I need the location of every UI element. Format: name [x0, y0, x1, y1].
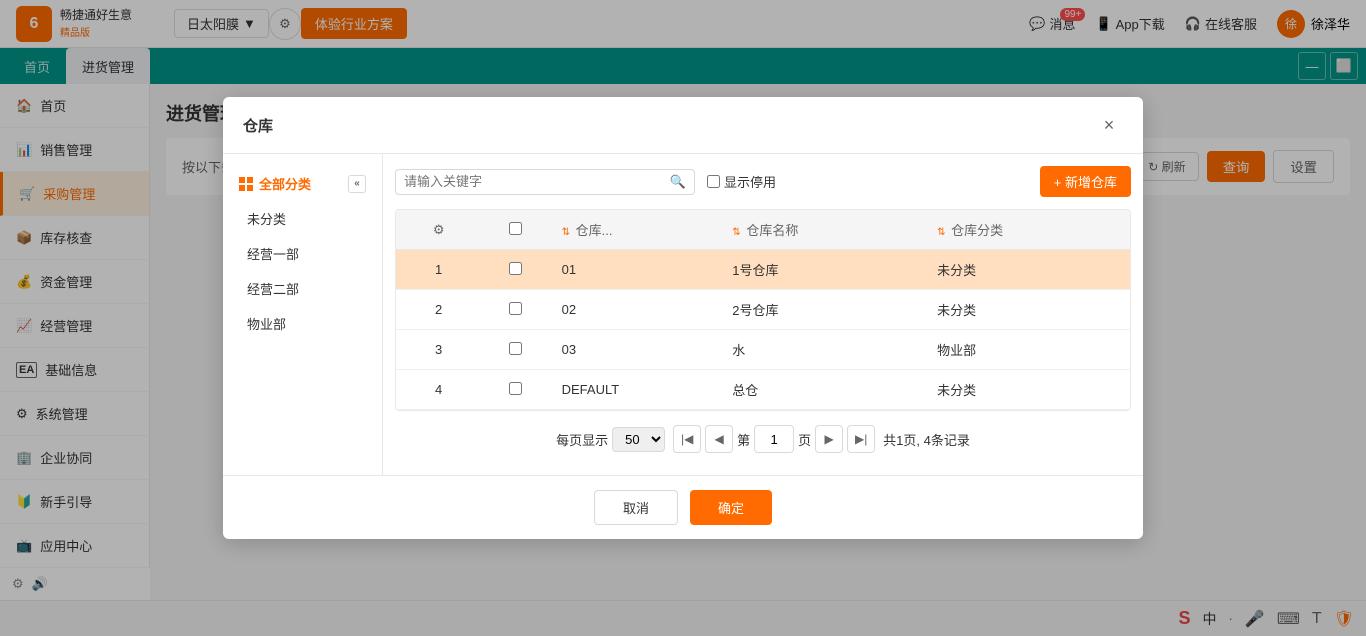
close-button[interactable]: ×	[1095, 111, 1123, 139]
pagination: 每页显示 50 |◀ ◀ 第 页 ▶ ▶| 共1页, 4条记录	[395, 411, 1131, 463]
row-checkbox-2[interactable]	[509, 302, 522, 315]
disabled-checkbox[interactable]	[707, 175, 720, 188]
first-page-button[interactable]: |◀	[673, 425, 701, 453]
modal-header: 仓库 ×	[223, 97, 1143, 154]
row-checkbox-3[interactable]	[509, 342, 522, 355]
modal-toolbar: 🔍 显示停用 + 新增仓库	[395, 166, 1131, 197]
category-item-unclassified[interactable]: 未分类	[223, 201, 382, 236]
warehouse-table: ⚙ ⇅ 仓库... ⇅ 仓库名称	[395, 209, 1131, 411]
show-disabled-checkbox[interactable]: 显示停用	[707, 172, 776, 191]
modal-title: 仓库	[243, 115, 273, 136]
search-icon: 🔍	[670, 174, 686, 190]
row-checkbox-1[interactable]	[509, 262, 522, 275]
collapse-button[interactable]: «	[348, 175, 366, 193]
page-unit: 页	[798, 430, 811, 449]
modal-footer: 取消 确定	[223, 475, 1143, 539]
table-row[interactable]: 1 01 1号仓库 未分类	[396, 250, 1130, 290]
row-checkbox-4[interactable]	[509, 382, 522, 395]
last-page-button[interactable]: ▶|	[847, 425, 875, 453]
prev-page-button[interactable]: ◀	[705, 425, 733, 453]
category-item-property[interactable]: 物业部	[223, 306, 382, 341]
page-number-input[interactable]	[754, 425, 794, 453]
modal-body: 全部分类 « 未分类 经营一部 经营二部 物业部 🔍	[223, 154, 1143, 475]
table-row[interactable]: 3 03 水 物业部	[396, 330, 1130, 370]
modal-sidebar: 全部分类 « 未分类 经营一部 经营二部 物业部	[223, 154, 383, 475]
category-item-dept1[interactable]: 经营一部	[223, 236, 382, 271]
sort-icon-code: ⇅	[562, 227, 570, 238]
search-box: 🔍	[395, 169, 695, 195]
col-cat-header[interactable]: ⇅ 仓库分类	[925, 210, 1130, 250]
col-name-header[interactable]: ⇅ 仓库名称	[720, 210, 925, 250]
category-item-dept2[interactable]: 经营二部	[223, 271, 382, 306]
sort-icon-name: ⇅	[732, 227, 740, 238]
add-warehouse-button[interactable]: + 新增仓库	[1040, 166, 1131, 197]
warehouse-modal: 仓库 × 全部分类 « 未分类 经营一部 经营二部	[223, 97, 1143, 539]
col-gear-header: ⚙	[396, 210, 481, 250]
page-word: 第	[737, 430, 750, 449]
all-categories[interactable]: 全部分类 «	[223, 166, 382, 201]
page-size-select[interactable]: 50	[612, 427, 665, 452]
cancel-button[interactable]: 取消	[594, 490, 678, 525]
page-size-selector: 每页显示 50	[556, 427, 665, 452]
col-check-header	[481, 210, 549, 250]
search-input[interactable]	[404, 174, 666, 189]
table-row[interactable]: 2 02 2号仓库 未分类	[396, 290, 1130, 330]
table-header-row: ⚙ ⇅ 仓库... ⇅ 仓库名称	[396, 210, 1130, 250]
table-row[interactable]: 4 DEFAULT 总仓 未分类	[396, 370, 1130, 410]
select-all-checkbox[interactable]	[509, 222, 522, 235]
modal-main-content: 🔍 显示停用 + 新增仓库 ⚙	[383, 154, 1143, 475]
confirm-button[interactable]: 确定	[690, 490, 772, 525]
page-navigation: |◀ ◀ 第 页 ▶ ▶|	[673, 425, 875, 453]
total-info: 共1页, 4条记录	[883, 430, 970, 449]
next-page-button[interactable]: ▶	[815, 425, 843, 453]
sort-icon-cat: ⇅	[937, 227, 945, 238]
col-code-header[interactable]: ⇅ 仓库...	[550, 210, 721, 250]
grid-icon	[239, 177, 253, 191]
